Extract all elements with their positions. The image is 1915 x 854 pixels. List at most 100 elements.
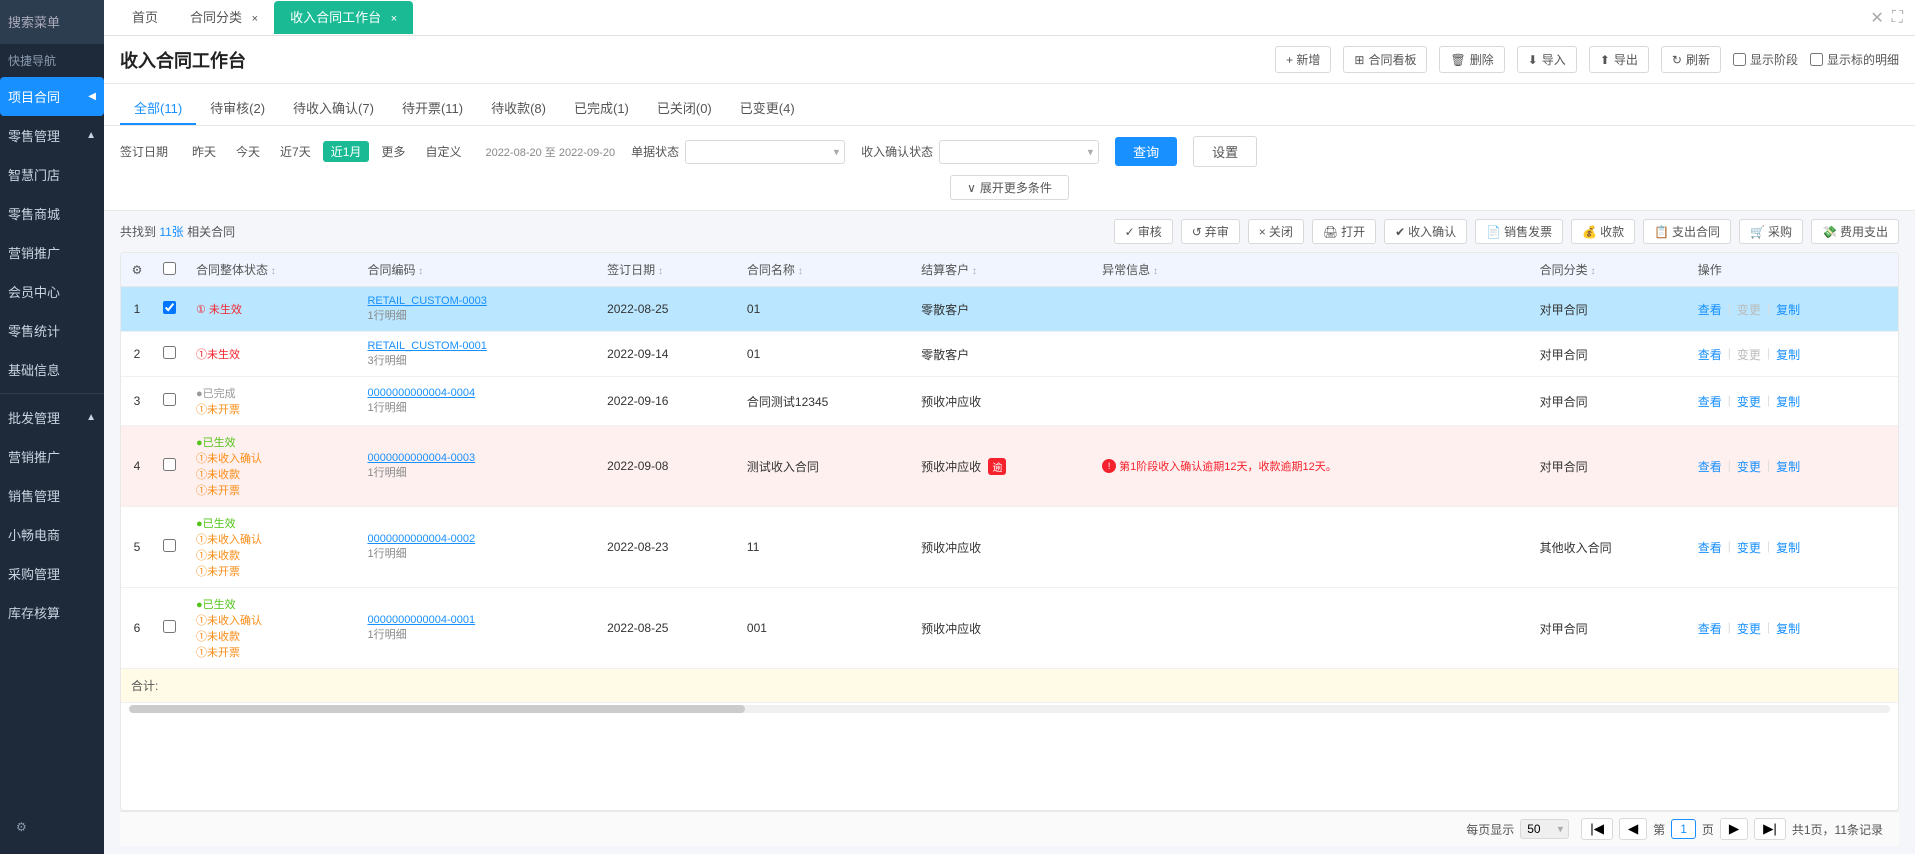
sidebar-item-smart-store[interactable]: 智慧门店 — [0, 155, 104, 194]
row1-checkbox[interactable] — [153, 287, 186, 332]
last-page-button[interactable]: ▶| — [1754, 818, 1786, 840]
date-opt-custom[interactable]: 自定义 — [417, 141, 469, 162]
sidebar-item-retail-mgmt[interactable]: 零售管理 ▲ — [0, 116, 104, 155]
review-button[interactable]: ✓ 审核 — [1114, 219, 1173, 244]
contract-board-button[interactable]: ⊞ 合同看板 — [1343, 46, 1427, 73]
row6-change[interactable]: 变更 — [1737, 620, 1761, 637]
horizontal-scrollbar[interactable] — [129, 705, 1890, 713]
window-close-icon[interactable]: ✕ — [1870, 8, 1883, 28]
row5-copy[interactable]: 复制 — [1776, 539, 1800, 556]
income-confirm-select[interactable] — [939, 140, 1099, 164]
sidebar-search[interactable]: 搜索菜单 — [0, 0, 104, 44]
window-restore-icon[interactable]: ⛶ — [1892, 9, 1903, 27]
filter-tab-closed[interactable]: 已关闭(0) — [643, 92, 726, 125]
sidebar-item-retail-mall[interactable]: 零售商城 — [0, 194, 104, 233]
col-code[interactable]: 合同编码 — [357, 253, 597, 287]
row3-change[interactable]: 变更 — [1737, 393, 1761, 410]
col-category[interactable]: 合同分类 — [1530, 253, 1688, 287]
sidebar-item-marketing2[interactable]: 营销推广 — [0, 437, 104, 476]
col-customer[interactable]: 结算客户 — [911, 253, 1092, 287]
row4-copy[interactable]: 复制 — [1776, 458, 1800, 475]
abandon-button[interactable]: ↺ 弃审 — [1181, 219, 1240, 244]
row3-copy[interactable]: 复制 — [1776, 393, 1800, 410]
scrollbar-thumb[interactable] — [129, 705, 745, 713]
sidebar-item-project[interactable]: 项目合同 ◀ — [0, 77, 104, 116]
sidebar-item-batch-mgmt[interactable]: 批发管理 ▲ — [0, 398, 104, 437]
query-button[interactable]: 查询 — [1115, 137, 1177, 166]
expand-more-button[interactable]: ∨ 展开更多条件 — [950, 175, 1069, 200]
col-status[interactable]: 合同整体状态 — [186, 253, 357, 287]
col-settings[interactable]: ⚙ — [121, 253, 153, 287]
sidebar-item-retail-stats[interactable]: 零售统计 — [0, 311, 104, 350]
row6-view[interactable]: 查看 — [1698, 620, 1722, 637]
refresh-button[interactable]: ↻ 刷新 — [1661, 46, 1721, 73]
sidebar-item-ecommerce[interactable]: 小畅电商 — [0, 515, 104, 554]
close-button[interactable]: × 关闭 — [1248, 219, 1304, 244]
gear-icon[interactable]: ⚙ — [8, 810, 96, 844]
row5-code-link[interactable]: 0000000000004-0002 — [367, 533, 587, 545]
row2-code-link[interactable]: RETAIL_CUSTOM-0001 — [367, 340, 587, 352]
first-page-button[interactable]: |◀ — [1581, 818, 1613, 840]
purchase-button[interactable]: 🛒 采购 — [1739, 219, 1803, 244]
date-opt-last1month[interactable]: 近1月 — [323, 141, 370, 162]
row5-checkbox[interactable] — [153, 507, 186, 588]
row2-checkbox[interactable] — [153, 332, 186, 377]
row1-change[interactable]: 变更 — [1737, 301, 1761, 318]
set-button[interactable]: 设置 — [1193, 136, 1257, 167]
expense-contract-button[interactable]: 📋 支出合同 — [1643, 219, 1731, 244]
row2-change[interactable]: 变更 — [1737, 346, 1761, 363]
show-detail-checkbox[interactable]: 显示标的明细 — [1810, 51, 1899, 68]
tab-contract-cat-close[interactable]: × — [252, 13, 258, 25]
row6-checkbox[interactable] — [153, 588, 186, 669]
date-opt-more[interactable]: 更多 — [373, 141, 413, 162]
col-name[interactable]: 合同名称 — [737, 253, 911, 287]
row5-view[interactable]: 查看 — [1698, 539, 1722, 556]
sidebar-item-sales-mgmt[interactable]: 销售管理 — [0, 476, 104, 515]
row1-code-link[interactable]: RETAIL_CUSTOM-0003 — [367, 295, 587, 307]
row1-view[interactable]: 查看 — [1698, 301, 1722, 318]
row6-copy[interactable]: 复制 — [1776, 620, 1800, 637]
row2-copy[interactable]: 复制 — [1776, 346, 1800, 363]
sidebar-item-marketing[interactable]: 营销推广 — [0, 233, 104, 272]
filter-tab-changed[interactable]: 已变更(4) — [726, 92, 809, 125]
col-checkbox[interactable] — [153, 253, 186, 287]
sidebar-item-basic-info[interactable]: 基础信息 — [0, 350, 104, 389]
tab-contract-cat[interactable]: 合同分类 × — [174, 0, 274, 36]
date-opt-today[interactable]: 今天 — [228, 141, 268, 162]
new-button[interactable]: + 新增 — [1275, 46, 1331, 73]
filter-tab-pending-review[interactable]: 待审核(2) — [196, 92, 279, 125]
current-page[interactable]: 1 — [1671, 819, 1696, 839]
row3-view[interactable]: 查看 — [1698, 393, 1722, 410]
sales-invoice-button[interactable]: 📄 销售发票 — [1475, 219, 1563, 244]
row2-view[interactable]: 查看 — [1698, 346, 1722, 363]
filter-tab-pending-receipt[interactable]: 待收款(8) — [477, 92, 560, 125]
tab-income-workbench[interactable]: 收入合同工作台 × — [274, 1, 413, 34]
col-abnormal[interactable]: 异常信息 — [1092, 253, 1530, 287]
show-segment-input[interactable] — [1733, 53, 1746, 66]
prev-page-button[interactable]: ◀ — [1619, 818, 1647, 840]
row3-code-link[interactable]: 0000000000004-0004 — [367, 387, 587, 399]
export-button[interactable]: ⬆ 导出 — [1589, 46, 1649, 73]
delete-button[interactable]: 🗑 删除 — [1439, 46, 1504, 73]
date-opt-yesterday[interactable]: 昨天 — [184, 141, 224, 162]
row4-view[interactable]: 查看 — [1698, 458, 1722, 475]
print-button[interactable]: 🖨 打开 — [1312, 219, 1376, 244]
select-all-checkbox[interactable] — [163, 262, 176, 275]
row4-code-link[interactable]: 0000000000004-0003 — [367, 452, 587, 464]
sidebar-item-member[interactable]: 会员中心 — [0, 272, 104, 311]
income-confirm-button[interactable]: ✔ 收入确认 — [1384, 219, 1467, 244]
sidebar-item-purchase[interactable]: 采购管理 — [0, 554, 104, 593]
filter-tab-pending-invoice[interactable]: 待开票(11) — [388, 92, 477, 125]
row6-code-link[interactable]: 0000000000004-0001 — [367, 614, 587, 626]
sidebar-item-inventory[interactable]: 库存核算 — [0, 593, 104, 632]
filter-tab-completed[interactable]: 已完成(1) — [560, 92, 643, 125]
row1-copy[interactable]: 复制 — [1776, 301, 1800, 318]
filter-tab-pending-income[interactable]: 待收入确认(7) — [279, 92, 388, 125]
row4-change[interactable]: 变更 — [1737, 458, 1761, 475]
row3-checkbox[interactable] — [153, 377, 186, 426]
receipt-button[interactable]: 💰 收款 — [1571, 219, 1635, 244]
show-segment-checkbox[interactable]: 显示阶段 — [1733, 51, 1798, 68]
fee-out-button[interactable]: 💸 费用支出 — [1811, 219, 1899, 244]
date-opt-last7[interactable]: 近7天 — [272, 141, 319, 162]
tab-home[interactable]: 首页 — [116, 0, 174, 36]
